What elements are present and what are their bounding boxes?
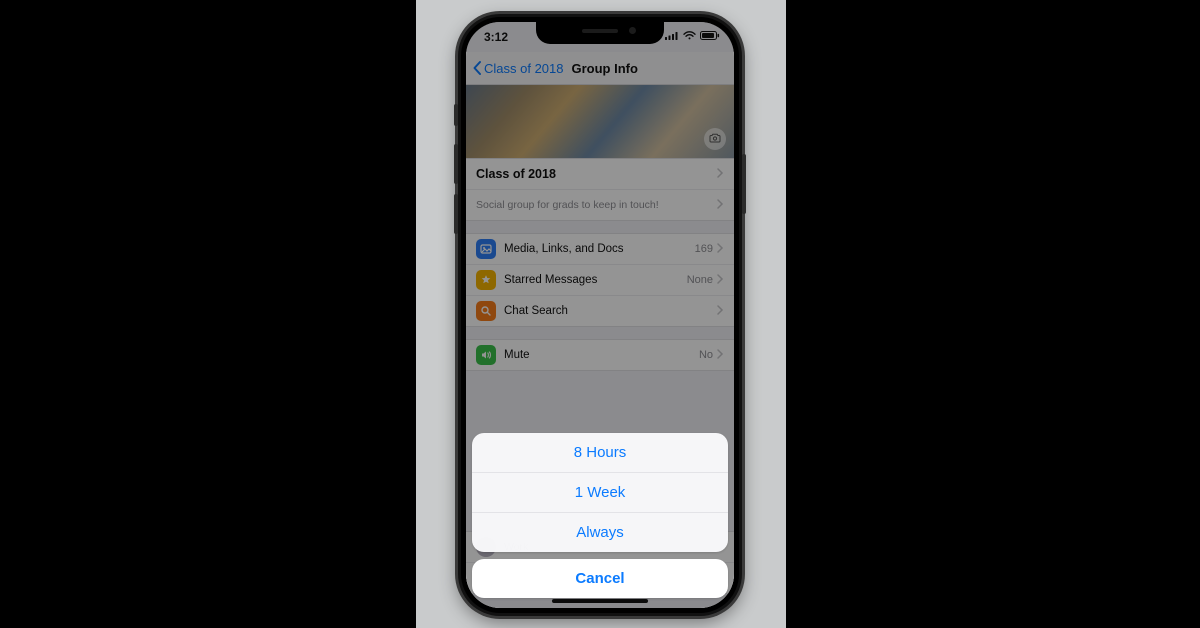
phone-screen: 3:12 bbox=[466, 22, 734, 608]
mute-action-sheet: 8 Hours 1 Week Always Cancel bbox=[472, 433, 728, 598]
mute-option-8-hours[interactable]: 8 Hours bbox=[472, 433, 728, 472]
battery-icon bbox=[700, 31, 720, 40]
home-indicator[interactable] bbox=[552, 599, 648, 603]
cellular-icon bbox=[665, 31, 679, 40]
wifi-icon bbox=[683, 31, 696, 40]
mute-option-1-week[interactable]: 1 Week bbox=[472, 472, 728, 512]
notch bbox=[536, 22, 664, 44]
volume-up-button bbox=[454, 144, 458, 184]
side-button bbox=[742, 154, 746, 214]
mute-option-always[interactable]: Always bbox=[472, 512, 728, 552]
iphone-frame: 3:12 bbox=[458, 14, 742, 616]
action-sheet-options: 8 Hours 1 Week Always bbox=[472, 433, 728, 552]
cancel-button[interactable]: Cancel bbox=[472, 559, 728, 598]
status-time: 3:12 bbox=[484, 30, 508, 44]
silent-switch bbox=[454, 104, 458, 126]
volume-down-button bbox=[454, 194, 458, 234]
